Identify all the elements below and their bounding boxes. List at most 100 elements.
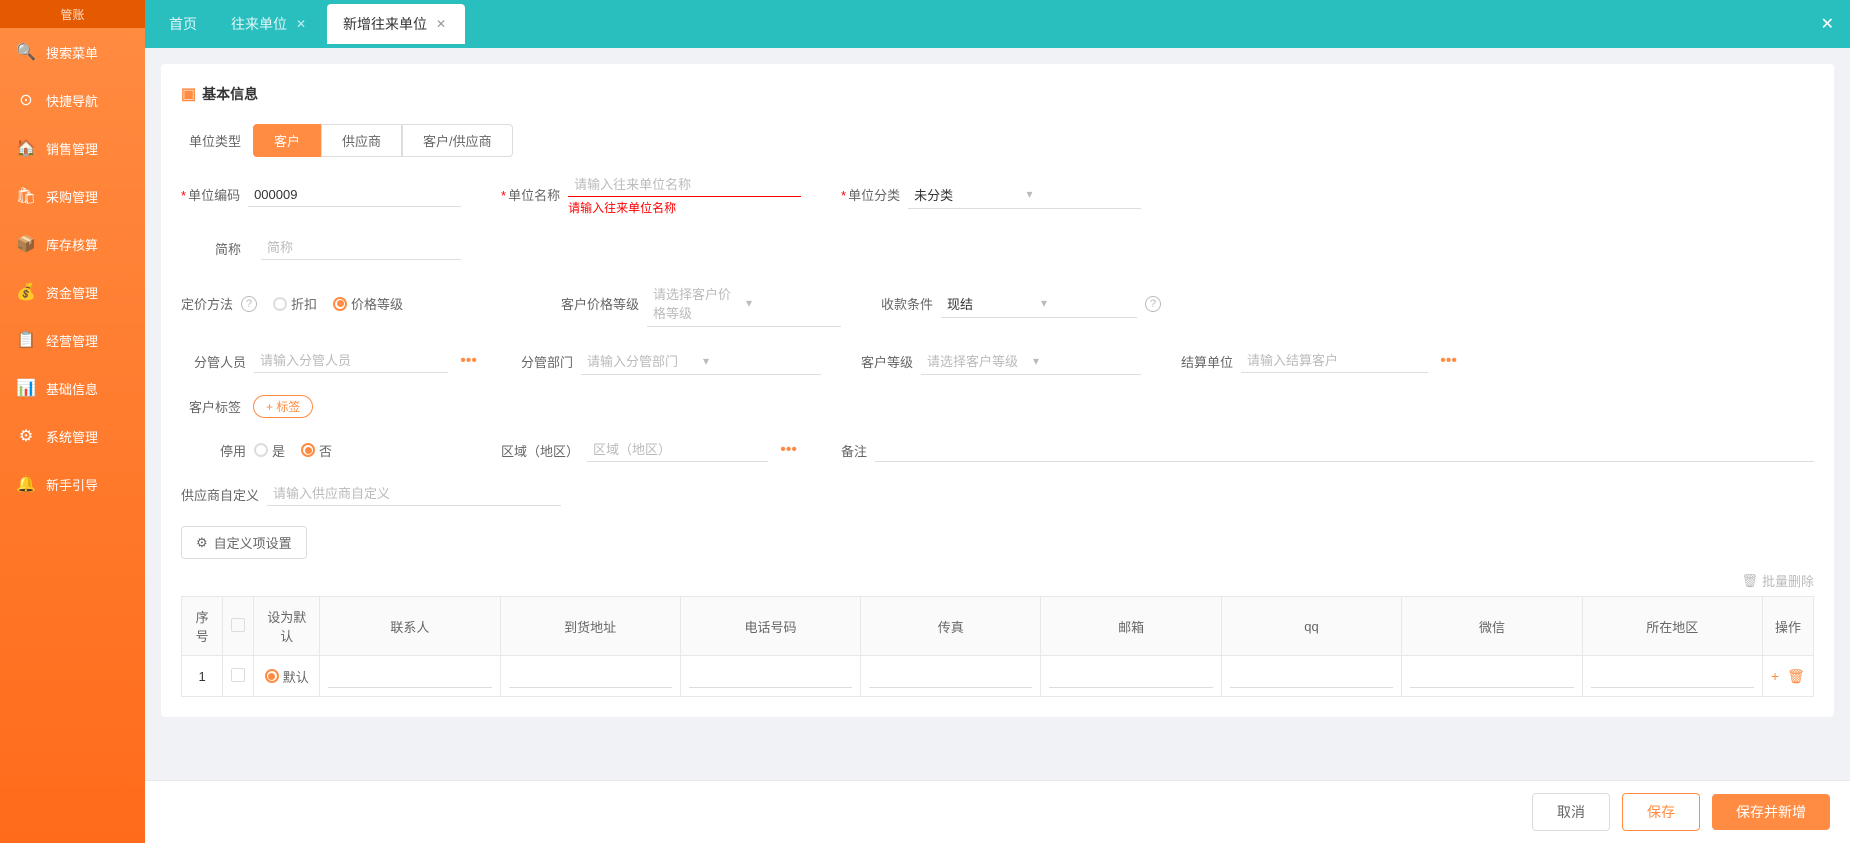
- wechat-input[interactable]: [1410, 664, 1573, 688]
- unit-code-input[interactable]: [248, 183, 461, 207]
- remark-label: 备注: [841, 441, 867, 460]
- department-placeholder: 请输入分管部门: [587, 351, 699, 370]
- unit-category-field: 单位分类 未分类 ▾: [841, 181, 1141, 209]
- unit-type-customer[interactable]: 客户: [253, 124, 321, 157]
- email-input[interactable]: [1049, 664, 1212, 688]
- tab-new-contact-label: 新增往来单位: [343, 14, 427, 34]
- header-checkbox[interactable]: [231, 618, 245, 632]
- disabled-row: 停用 是 否 区域（地区）: [181, 438, 1814, 462]
- supplier-custom-row: 供应商自定义: [181, 482, 1814, 506]
- unit-category-select[interactable]: 未分类 ▾: [908, 181, 1141, 209]
- no-radio-circle: [301, 443, 315, 457]
- tab-contacts[interactable]: 往来单位 ✕: [215, 4, 325, 44]
- cell-contact[interactable]: [320, 656, 500, 697]
- unit-type-supplier[interactable]: 供应商: [321, 124, 402, 157]
- th-action: 操作: [1762, 597, 1813, 656]
- qq-input[interactable]: [1230, 664, 1394, 688]
- batch-delete-area[interactable]: 🗑 批量删除: [181, 571, 1814, 590]
- remark-input[interactable]: [875, 438, 1814, 462]
- customer-price-level-placeholder: 请选择客户价格等级: [653, 284, 742, 322]
- pricing-help-icon[interactable]: ?: [241, 296, 257, 312]
- pricing-level-label: 价格等级: [351, 294, 403, 313]
- sidebar-item-quick-nav[interactable]: ⊙ 快捷导航: [0, 76, 145, 124]
- short-name-input[interactable]: [261, 236, 461, 260]
- guide-icon: 🔔: [16, 474, 36, 494]
- sidebar-item-guide[interactable]: 🔔 新手引导: [0, 460, 145, 508]
- unit-type-group: 客户 供应商 客户/供应商: [253, 124, 513, 157]
- tab-new-contact[interactable]: 新增往来单位 ✕: [327, 4, 465, 44]
- unit-name-wrap: 请输入往来单位名称: [568, 173, 801, 216]
- area-dots-button[interactable]: •••: [776, 441, 801, 459]
- cell-phone[interactable]: [680, 656, 860, 697]
- disabled-yes-radio[interactable]: 是: [254, 441, 285, 460]
- payment-terms-label: 收款条件: [881, 294, 933, 313]
- sidebar-item-label: 快捷导航: [46, 91, 98, 110]
- add-tag-button[interactable]: + 标签: [253, 395, 313, 418]
- th-email: 邮箱: [1041, 597, 1221, 656]
- unit-name-input[interactable]: [568, 173, 801, 197]
- tab-bar-close-button[interactable]: ✕: [1813, 10, 1842, 38]
- custom-settings-button[interactable]: ⚙ 自定义项设置: [181, 526, 307, 559]
- add-row-button[interactable]: +: [1771, 668, 1779, 684]
- department-select[interactable]: 请输入分管部门 ▾: [581, 347, 821, 375]
- unit-code-label: 单位编码: [181, 185, 240, 204]
- sidebar-item-sales[interactable]: 🏠 销售管理: [0, 124, 145, 172]
- cell-address[interactable]: [500, 656, 680, 697]
- sidebar-item-finance[interactable]: 💰 资金管理: [0, 268, 145, 316]
- sidebar-item-inventory[interactable]: 📦 库存核算: [0, 220, 145, 268]
- customer-level-select[interactable]: 请选择客户等级 ▾: [921, 347, 1141, 375]
- sidebar-item-operation[interactable]: 📋 经营管理: [0, 316, 145, 364]
- phone-input[interactable]: [689, 664, 852, 688]
- discount-radio-circle: [273, 297, 287, 311]
- disabled-label: 停用: [181, 441, 246, 460]
- finance-icon: 💰: [16, 282, 36, 302]
- manager-input[interactable]: [254, 349, 448, 373]
- cell-qq[interactable]: [1221, 656, 1402, 697]
- sidebar-item-label: 资金管理: [46, 283, 98, 302]
- tab-new-contact-close[interactable]: ✕: [433, 16, 449, 32]
- settlement-input[interactable]: [1241, 349, 1428, 373]
- fax-input[interactable]: [869, 664, 1032, 688]
- contact-input[interactable]: [328, 664, 491, 688]
- disabled-field: 停用 是 否: [181, 441, 461, 460]
- payment-help-icon[interactable]: ?: [1145, 296, 1161, 312]
- pricing-discount-radio[interactable]: 折扣: [273, 294, 317, 313]
- trash-icon: 🗑: [1741, 573, 1758, 589]
- row-checkbox[interactable]: [231, 668, 245, 682]
- unit-type-both[interactable]: 客户/供应商: [402, 124, 513, 157]
- cell-region[interactable]: [1582, 656, 1762, 697]
- cell-email[interactable]: [1041, 656, 1221, 697]
- save-button[interactable]: 保存: [1622, 793, 1700, 831]
- disabled-no-radio[interactable]: 否: [301, 441, 332, 460]
- disabled-no-label: 否: [319, 441, 332, 460]
- chevron-down-icon: ▾: [1027, 187, 1135, 201]
- basic-info-icon: 📊: [16, 378, 36, 398]
- tab-contacts-close[interactable]: ✕: [293, 16, 309, 32]
- delete-row-button[interactable]: 🗑: [1787, 668, 1805, 685]
- pricing-method-label: 定价方法: [181, 294, 233, 313]
- tab-home[interactable]: 首页: [153, 4, 213, 44]
- pricing-level-radio[interactable]: 价格等级: [333, 294, 403, 313]
- save-new-button[interactable]: 保存并新增: [1712, 794, 1830, 830]
- cell-wechat[interactable]: [1402, 656, 1582, 697]
- default-radio-item[interactable]: 默认: [262, 667, 311, 686]
- payment-terms-select[interactable]: 现结 ▾: [941, 290, 1137, 318]
- settlement-label: 结算单位: [1181, 352, 1233, 371]
- chevron-down-icon4: ▾: [703, 354, 815, 368]
- customer-price-level-select[interactable]: 请选择客户价格等级 ▾: [647, 280, 841, 327]
- sidebar-item-purchase[interactable]: 🛍 采购管理: [0, 172, 145, 220]
- cancel-button[interactable]: 取消: [1532, 793, 1610, 831]
- supplier-custom-input[interactable]: [267, 482, 561, 506]
- manager-dots-button[interactable]: •••: [456, 352, 481, 370]
- sidebar: 管账 🔍 搜索菜单 ⊙ 快捷导航 🏠 销售管理 🛍 采购管理 📦 库存核算 💰 …: [0, 0, 145, 843]
- region-input[interactable]: [1591, 664, 1754, 688]
- address-input[interactable]: [509, 664, 672, 688]
- sidebar-item-system[interactable]: ⚙ 系统管理: [0, 412, 145, 460]
- default-radio-circle: [265, 669, 279, 683]
- cell-fax[interactable]: [861, 656, 1041, 697]
- unit-category-value: 未分类: [914, 185, 1022, 204]
- sidebar-item-basic-info[interactable]: 📊 基础信息: [0, 364, 145, 412]
- area-input[interactable]: [587, 438, 768, 462]
- sidebar-item-search[interactable]: 🔍 搜索菜单: [0, 28, 145, 76]
- settlement-dots-button[interactable]: •••: [1436, 352, 1461, 370]
